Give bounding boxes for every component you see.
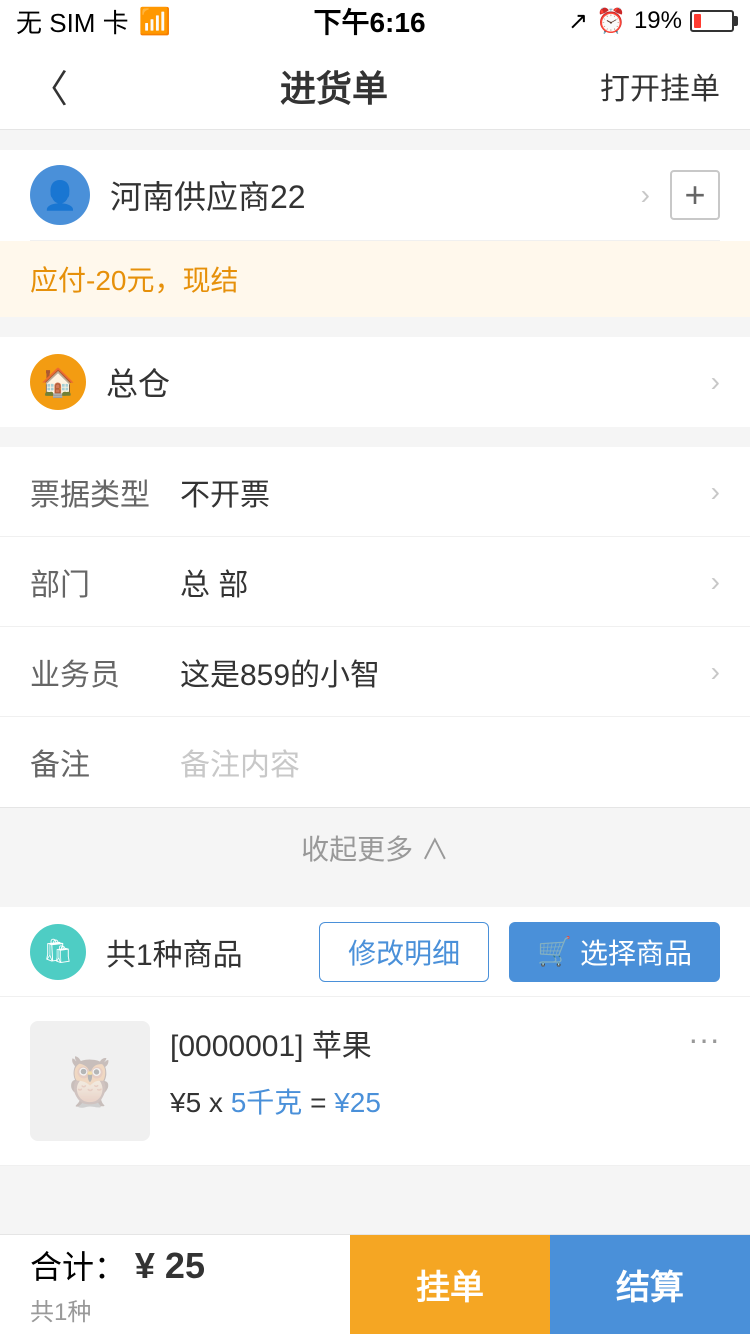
invoice-chevron-icon: › bbox=[711, 476, 720, 508]
supplier-section: 👤 河南供应商22 › + 应付-20元，现结 bbox=[0, 150, 750, 317]
status-bar: 无 SIM 卡 📶 下午6:16 ↗ ⏰ 19% bbox=[0, 0, 750, 42]
gap-4 bbox=[0, 887, 750, 907]
product-count: 共1种商品 bbox=[106, 930, 299, 974]
product-placeholder-icon: 🦉 bbox=[50, 1041, 130, 1121]
back-button[interactable]: 〈 bbox=[30, 58, 68, 113]
form-row-salesperson[interactable]: 业务员 这是859的小智 › bbox=[0, 627, 750, 717]
warehouse-row[interactable]: 🏠 总仓 › bbox=[0, 337, 750, 427]
select-product-button[interactable]: 🛒 选择商品 bbox=[509, 922, 720, 982]
collapse-label: 收起更多 ∧ bbox=[301, 828, 449, 868]
product-code: [0000001] bbox=[170, 1030, 303, 1063]
invoice-value: 不开票 bbox=[180, 470, 711, 514]
bottom-bar: 合计： ¥ 25 共1种 挂单 结算 bbox=[0, 1234, 750, 1334]
gap-2 bbox=[0, 317, 750, 337]
invoice-label: 票据类型 bbox=[30, 470, 170, 514]
product-icon: 🛍 bbox=[30, 924, 86, 980]
notice-text: 应付-20元，现结 bbox=[30, 265, 238, 296]
dept-value: 总 部 bbox=[180, 560, 711, 604]
carrier-label: 无 SIM 卡 bbox=[16, 3, 129, 40]
battery-icon bbox=[690, 10, 734, 32]
page-title: 进货单 bbox=[280, 60, 388, 112]
product-thumbnail: 🦉 bbox=[30, 1021, 150, 1141]
remark-input[interactable]: 备注内容 bbox=[180, 740, 720, 784]
product-info: [0000001] 苹果 ¥5 x 5千克 = ¥25 bbox=[170, 1021, 668, 1121]
product-item: 🦉 [0000001] 苹果 ¥5 x 5千克 = ¥25 ··· bbox=[0, 997, 750, 1166]
warehouse-name: 总仓 bbox=[106, 359, 711, 405]
battery-percent: 19% bbox=[634, 7, 682, 35]
status-right: ↗ ⏰ 19% bbox=[568, 7, 734, 36]
more-options-button[interactable]: ··· bbox=[688, 1021, 720, 1058]
select-icon: 🛒 bbox=[537, 935, 572, 968]
product-qty: 5千克 bbox=[231, 1087, 303, 1118]
warehouse-section: 🏠 总仓 › bbox=[0, 337, 750, 427]
product-header: 🛍 共1种商品 修改明细 🛒 选择商品 bbox=[0, 907, 750, 997]
add-icon: + bbox=[684, 174, 705, 216]
form-row-dept[interactable]: 部门 总 部 › bbox=[0, 537, 750, 627]
edit-detail-button[interactable]: 修改明细 bbox=[319, 922, 489, 982]
form-row-invoice[interactable]: 票据类型 不开票 › bbox=[0, 447, 750, 537]
gap-3 bbox=[0, 427, 750, 447]
supplier-avatar: 👤 bbox=[30, 165, 90, 225]
product-price: ¥5 x 5千克 = ¥25 bbox=[170, 1081, 668, 1121]
alarm-icon: ⏰ bbox=[596, 7, 626, 36]
total-section: 合计： ¥ 25 共1种 bbox=[0, 1242, 350, 1327]
warehouse-icon: 🏠 bbox=[30, 354, 86, 410]
total-amount: ¥ 25 bbox=[135, 1245, 205, 1286]
avatar-icon: 👤 bbox=[43, 179, 78, 212]
time-display: 下午6:16 bbox=[313, 1, 425, 41]
salesperson-label: 业务员 bbox=[30, 650, 170, 694]
supplier-row[interactable]: 👤 河南供应商22 › + bbox=[0, 150, 750, 240]
select-btn-label: 选择商品 bbox=[580, 932, 692, 972]
cart-icon: 🛍 bbox=[43, 937, 73, 966]
product-name: [0000001] 苹果 bbox=[170, 1021, 668, 1065]
location-icon: ↗ bbox=[568, 7, 588, 36]
remark-label: 备注 bbox=[30, 740, 170, 784]
form-row-remark[interactable]: 备注 备注内容 bbox=[0, 717, 750, 807]
price-per-unit: ¥5 bbox=[170, 1087, 201, 1118]
total-row: 合计： ¥ 25 bbox=[30, 1242, 320, 1288]
wifi-icon: 📶 bbox=[139, 6, 171, 37]
notice-bar: 应付-20元，现结 bbox=[0, 241, 750, 317]
collapse-toggle[interactable]: 收起更多 ∧ bbox=[0, 807, 750, 887]
gap-1 bbox=[0, 130, 750, 150]
add-supplier-button[interactable]: + bbox=[670, 170, 720, 220]
status-left: 无 SIM 卡 📶 bbox=[16, 3, 171, 40]
total-label: 合计： bbox=[30, 1249, 126, 1285]
product-total: ¥25 bbox=[334, 1087, 381, 1118]
product-section: 🛍 共1种商品 修改明细 🛒 选择商品 🦉 [0000001] 苹果 ¥5 x … bbox=[0, 907, 750, 1166]
checkout-button[interactable]: 结算 bbox=[550, 1235, 750, 1334]
more-icon: ··· bbox=[688, 1021, 720, 1058]
supplier-name: 河南供应商22 bbox=[110, 172, 641, 218]
form-section: 票据类型 不开票 › 部门 总 部 › 业务员 这是859的小智 › 备注 备注… bbox=[0, 447, 750, 807]
total-count: 共1种 bbox=[30, 1292, 320, 1327]
warehouse-chevron-icon: › bbox=[711, 366, 720, 398]
product-title: 苹果 bbox=[312, 1030, 372, 1063]
dept-chevron-icon: › bbox=[711, 566, 720, 598]
pending-button[interactable]: 挂单 bbox=[350, 1235, 550, 1334]
salesperson-chevron-icon: › bbox=[711, 656, 720, 688]
dept-label: 部门 bbox=[30, 560, 170, 604]
salesperson-value: 这是859的小智 bbox=[180, 650, 711, 694]
open-pending-button[interactable]: 打开挂单 bbox=[600, 64, 720, 108]
nav-bar: 〈 进货单 打开挂单 bbox=[0, 42, 750, 130]
supplier-chevron-icon: › bbox=[641, 179, 650, 211]
